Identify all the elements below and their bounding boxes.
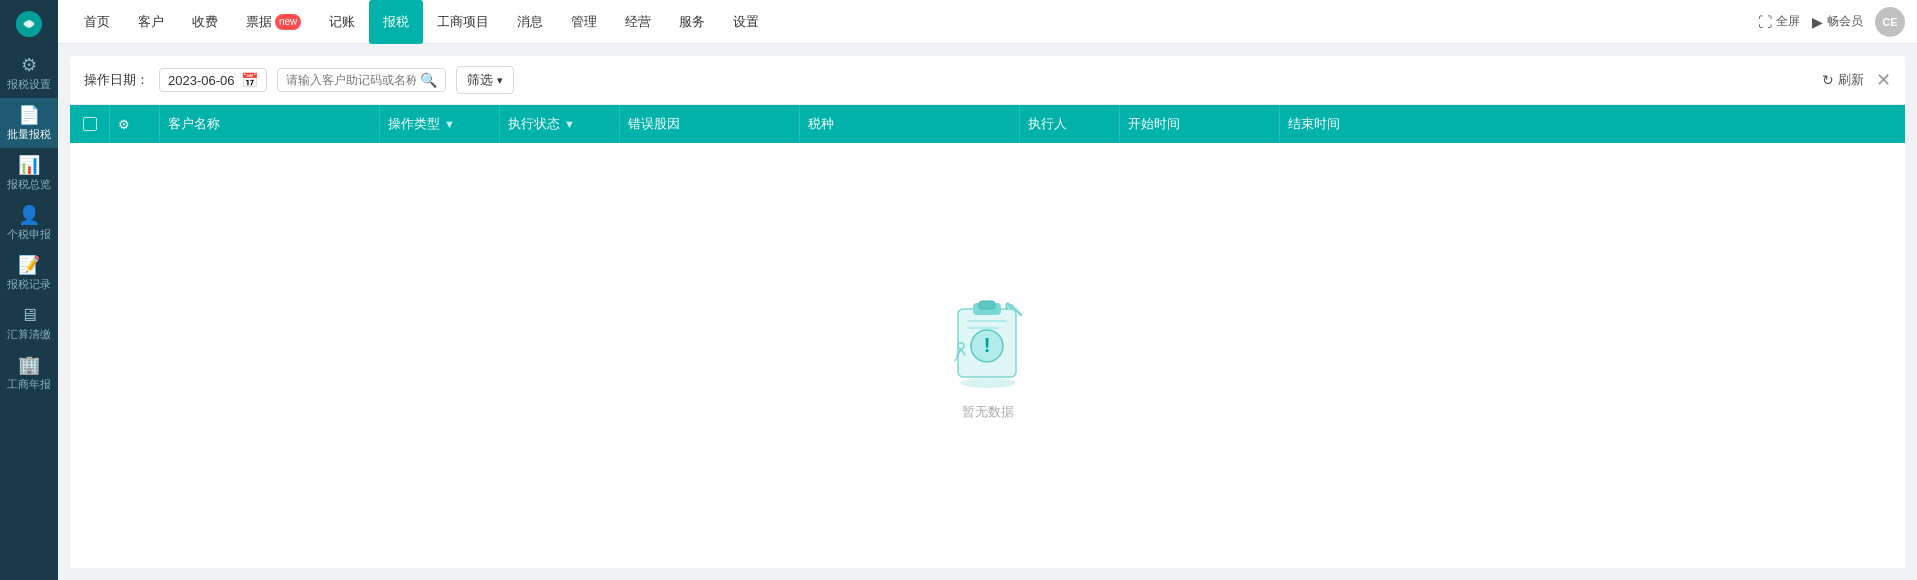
sort-icon-exec-status: ▼ — [564, 118, 575, 130]
baoshui-jilu-icon: 📝 — [18, 256, 40, 274]
sort-icon-operation-type: ▼ — [444, 118, 455, 130]
member-icon: ▶ — [1812, 14, 1823, 30]
avatar[interactable]: CE — [1875, 7, 1905, 37]
nav-fuwu[interactable]: 服务 — [665, 0, 719, 44]
nav-xiaoxi[interactable]: 消息 — [503, 0, 557, 44]
calendar-icon: 📅 — [241, 72, 258, 88]
svg-text:!: ! — [983, 334, 990, 356]
th-customer-name: 客户名称 — [160, 105, 380, 143]
svg-point-1 — [960, 378, 1016, 388]
piliang-baoshui-icon: 📄 — [18, 106, 40, 124]
data-table: ⚙ 客户名称 操作类型 ▼ 执行状态 ▼ — [70, 105, 1905, 568]
nav-guanli[interactable]: 管理 — [557, 0, 611, 44]
table-header: ⚙ 客户名称 操作类型 ▼ 执行状态 ▼ — [70, 105, 1905, 143]
select-all-checkbox[interactable] — [83, 117, 97, 131]
date-value: 2023-06-06 — [168, 73, 235, 88]
th-operation-type[interactable]: 操作类型 ▼ — [380, 105, 500, 143]
nav-customer[interactable]: 客户 — [124, 0, 178, 44]
refresh-icon: ↻ — [1822, 72, 1834, 88]
settings-icon: ⚙ — [118, 117, 130, 132]
nav-jizhang[interactable]: 记账 — [315, 0, 369, 44]
nav-shoufei[interactable]: 收费 — [178, 0, 232, 44]
th-exec-status[interactable]: 执行状态 ▼ — [500, 105, 620, 143]
sidebar-item-baoshui-zonlan[interactable]: 📊 报税总览 — [0, 148, 58, 198]
th-checkbox[interactable] — [70, 105, 110, 143]
filter-label: 筛选 — [467, 71, 493, 89]
piao-badge: new — [275, 14, 301, 30]
search-box: 🔍 — [277, 68, 446, 92]
date-label: 操作日期： — [84, 71, 149, 89]
th-executor: 执行人 — [1020, 105, 1120, 143]
top-navigation: 首页 客户 收费 票据 new 记账 报税 工商项目 消息 — [58, 0, 1917, 44]
nav-home[interactable]: 首页 — [70, 0, 124, 44]
th-end-time: 结束时间 — [1280, 105, 1420, 143]
huisuan-jiaona-icon: 🖥 — [20, 306, 38, 324]
nav-gongshang[interactable]: 工商项目 — [423, 0, 503, 44]
main-content: 首页 客户 收费 票据 new 记账 报税 工商项目 消息 — [58, 0, 1917, 580]
th-settings: ⚙ — [110, 105, 160, 143]
gongshang-nianbao-icon: 🏢 — [18, 356, 40, 374]
baoshui-zonlan-icon: 📊 — [18, 156, 40, 174]
page-body: 操作日期： 2023-06-06 📅 🔍 筛选 ▾ — [58, 44, 1917, 580]
empty-text: 暂无数据 — [962, 403, 1014, 421]
empty-state: ! — [943, 291, 1033, 421]
toolbar: 操作日期： 2023-06-06 📅 🔍 筛选 ▾ — [70, 56, 1905, 105]
sidebar-item-geshuishenbao[interactable]: 👤 个税申报 — [0, 198, 58, 248]
search-input[interactable] — [286, 73, 416, 87]
date-picker[interactable]: 2023-06-06 📅 — [159, 68, 267, 92]
sidebar-item-baoshui-shezhi[interactable]: ⚙ 报税设置 — [0, 48, 58, 98]
fullscreen-icon: ⛶ — [1758, 14, 1772, 30]
sidebar-item-piliang-baoshui[interactable]: 📄 批量报税 — [0, 98, 58, 148]
svg-rect-4 — [979, 301, 995, 309]
sidebar: ⚙ 报税设置 📄 批量报税 📊 报税总览 👤 个税申报 📝 报税记录 🖥 汇算清… — [0, 0, 58, 580]
topnav-right: ⛶ 全屏 ▶ 畅会员 CE — [1758, 7, 1905, 37]
nav-items: 首页 客户 收费 票据 new 记账 报税 工商项目 消息 — [70, 0, 1758, 44]
baoshui-shezhi-icon: ⚙ — [21, 56, 37, 74]
app-logo[interactable] — [0, 0, 58, 48]
geshuishenbao-icon: 👤 — [18, 206, 40, 224]
filter-button[interactable]: 筛选 ▾ — [456, 66, 514, 94]
member-button[interactable]: ▶ 畅会员 — [1812, 13, 1863, 30]
close-button[interactable]: ✕ — [1876, 71, 1891, 89]
nav-baoshui[interactable]: 报税 — [369, 0, 423, 44]
th-start-time: 开始时间 — [1120, 105, 1280, 143]
empty-illustration: ! — [943, 291, 1033, 391]
refresh-button[interactable]: ↻ 刷新 — [1822, 71, 1864, 89]
content-area: 操作日期： 2023-06-06 📅 🔍 筛选 ▾ — [58, 44, 1917, 580]
toolbar-right: ↻ 刷新 ✕ — [1822, 71, 1891, 89]
sidebar-item-gongshang-nianbao[interactable]: 🏢 工商年报 — [0, 348, 58, 398]
table-body: ! — [70, 143, 1905, 568]
chevron-down-icon: ▾ — [497, 74, 503, 87]
nav-piao[interactable]: 票据 new — [232, 0, 315, 44]
sidebar-item-baoshui-jilu[interactable]: 📝 报税记录 — [0, 248, 58, 298]
sidebar-item-huisuan-jiaona[interactable]: 🖥 汇算清缴 — [0, 298, 58, 348]
nav-jingying[interactable]: 经营 — [611, 0, 665, 44]
th-error-reason: 错误股因 — [620, 105, 800, 143]
fullscreen-button[interactable]: ⛶ 全屏 — [1758, 13, 1800, 30]
search-icon[interactable]: 🔍 — [420, 72, 437, 88]
table-wrapper: 操作日期： 2023-06-06 📅 🔍 筛选 ▾ — [70, 56, 1905, 568]
th-tax-type: 税种 — [800, 105, 1020, 143]
nav-shezhi[interactable]: 设置 — [719, 0, 773, 44]
